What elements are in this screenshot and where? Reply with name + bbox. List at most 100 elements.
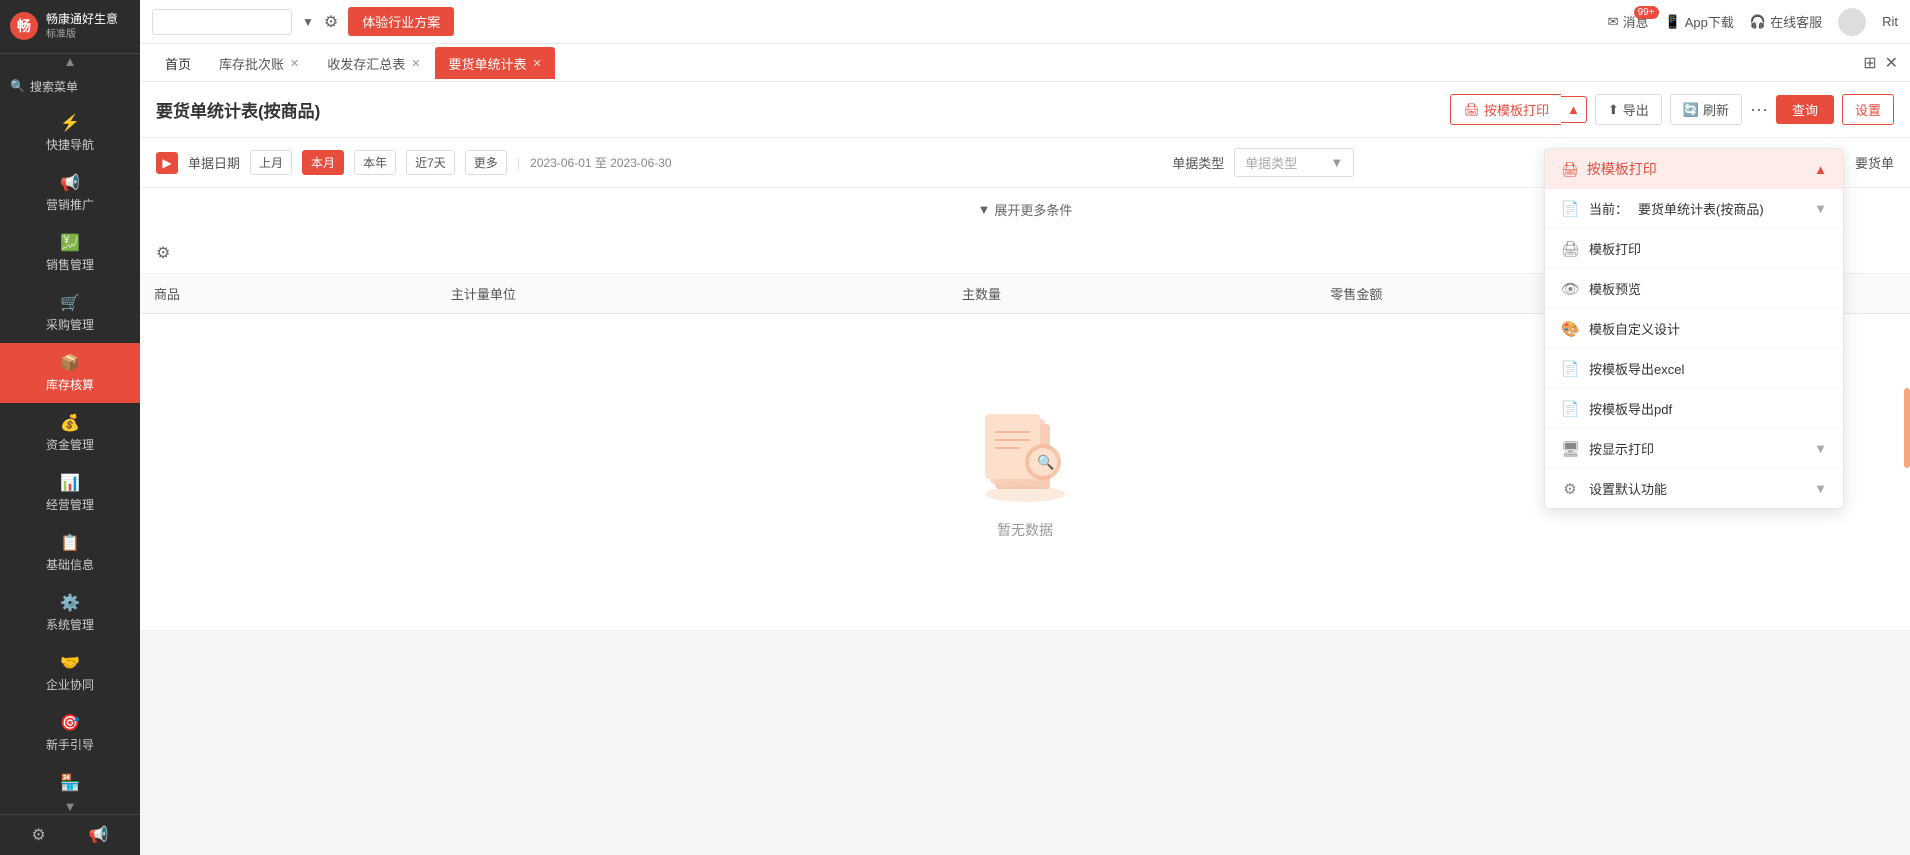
template-export-pdf-icon: 📄: [1561, 400, 1579, 418]
service-icon: 🎧: [1750, 14, 1766, 30]
dropdown-template-preview[interactable]: 👁 模板预览: [1545, 269, 1843, 309]
system-icon: ⚙️: [60, 593, 80, 613]
col-quantity: 主数量: [948, 274, 1316, 314]
sidebar-item-cooperation[interactable]: 🤝 企业协同: [0, 643, 140, 703]
tab-collection-summary-close[interactable]: ✕: [411, 57, 420, 70]
cooperation-icon: 🤝: [60, 653, 80, 673]
tabs-close-all-icon[interactable]: ✕: [1885, 53, 1898, 73]
svg-text:🔍: 🔍: [1037, 453, 1054, 471]
dropdown-display-print[interactable]: 🖥 按显示打印 ▼: [1545, 429, 1843, 469]
date-btn-7days[interactable]: 近7天: [406, 150, 455, 175]
sidebar-nav: ⚡ 快捷导航 📢 营销推广 💹 销售管理 🛒 采购管理 📦 库存核算 💰: [0, 103, 140, 798]
sidebar-bottom: ⚙ 📢: [0, 814, 140, 855]
query-btn[interactable]: 查询: [1776, 95, 1834, 124]
sidebar-item-purchase[interactable]: 🛒 采购管理: [0, 283, 140, 343]
date-filter-label: 单据日期: [188, 153, 240, 172]
sidebar-search[interactable]: 🔍 搜索菜单: [0, 70, 140, 103]
guide-icon: 🎯: [60, 713, 80, 733]
sidebar-item-inventory[interactable]: 📦 库存核算: [0, 343, 140, 403]
print-template-btn[interactable]: 🖨 按模板打印: [1450, 94, 1561, 125]
sidebar-item-system[interactable]: ⚙️ 系统管理: [0, 583, 140, 643]
sidebar-item-appstore[interactable]: 🏪 应用中心: [0, 763, 140, 798]
dropdown-template-print[interactable]: 🖨 模板打印: [1545, 229, 1843, 269]
sidebar-scroll-up[interactable]: ▲: [0, 54, 140, 70]
dropdown-template-design[interactable]: 🎨 模板自定义设计: [1545, 309, 1843, 349]
default-settings-icon: ⚙: [1561, 480, 1579, 498]
online-service-btn[interactable]: 🎧 在线客服: [1750, 12, 1822, 31]
date-btn-this-month[interactable]: 本月: [302, 150, 344, 175]
sidebar-item-sales[interactable]: 💹 销售管理: [0, 223, 140, 283]
sidebar-scroll-down[interactable]: ▼: [0, 798, 140, 814]
tab-batch-account-close[interactable]: ✕: [290, 57, 299, 70]
empty-text: 暂无数据: [997, 520, 1053, 540]
marketing-icon: 📢: [60, 173, 80, 193]
select-arrow-icon: ▼: [1330, 155, 1343, 170]
dropdown-template-export-pdf[interactable]: 📄 按模板导出pdf: [1545, 389, 1843, 429]
template-print-label: 模板打印: [1589, 239, 1641, 258]
display-print-icon: 🖥: [1561, 440, 1579, 458]
tab-batch-account[interactable]: 库存批次账 ✕: [206, 47, 312, 79]
type-select[interactable]: 单据类型 ▼: [1234, 148, 1354, 177]
dropdown-default-settings[interactable]: ⚙ 设置默认功能 ▼: [1545, 469, 1843, 508]
display-print-label: 按显示打印: [1589, 439, 1654, 458]
avatar[interactable]: [1838, 8, 1866, 36]
template-preview-label: 模板预览: [1589, 279, 1641, 298]
sidebar-item-quick-nav[interactable]: ⚡ 快捷导航: [0, 103, 140, 163]
print-header-icon: 🖨: [1561, 161, 1579, 178]
table-column-settings-icon[interactable]: ⚙: [156, 243, 170, 263]
filter-expand-btn[interactable]: ▶: [156, 152, 178, 174]
messages-btn[interactable]: ✉ 消息 99+: [1608, 12, 1649, 31]
more-options-icon[interactable]: ···: [1750, 99, 1768, 120]
current-item-label: 当前：: [1589, 199, 1628, 218]
template-design-icon: 🎨: [1561, 320, 1579, 338]
current-item-value: 要货单统计表(按商品): [1638, 199, 1764, 218]
dropdown-title-left: 🖨 按模板打印: [1561, 159, 1657, 179]
page-header-row: 要货单统计表(按商品) 🖨 按模板打印 ▲ ⬆ 导出: [140, 82, 1910, 137]
template-export-excel-label: 按模板导出excel: [1589, 359, 1684, 378]
topbar-gear-icon[interactable]: ⚙: [324, 12, 338, 32]
message-icon: ✉: [1608, 14, 1619, 30]
current-item-arrow: ▼: [1814, 201, 1827, 216]
settings-btn[interactable]: 设置: [1842, 94, 1894, 125]
date-btn-last-month[interactable]: 上月: [250, 150, 292, 175]
print-dropdown-arrow-btn[interactable]: ▲: [1561, 96, 1587, 123]
settings-bottom-icon[interactable]: ⚙: [31, 825, 45, 845]
tab-order-stats[interactable]: 要货单统计表 ✕: [435, 47, 554, 79]
expand-more-btn[interactable]: ▼ 展开更多条件: [962, 196, 1089, 223]
col-unit: 主计量单位: [437, 274, 948, 314]
topbar-dropdown-arrow[interactable]: ▼: [302, 15, 314, 29]
template-print-icon: 🖨: [1561, 240, 1579, 258]
page-actions: 🖨 按模板打印 ▲ ⬆ 导出 🔄 刷新: [1450, 94, 1894, 125]
date-btn-this-year[interactable]: 本年: [354, 150, 396, 175]
topbar-right: ✉ 消息 99+ 📱 App下载 🎧 在线客服 Rit: [1608, 8, 1898, 36]
search-icon: 🔍: [10, 79, 25, 93]
sidebar-item-basics[interactable]: 📋 基础信息: [0, 523, 140, 583]
refresh-btn[interactable]: 🔄 刷新: [1670, 94, 1742, 125]
tab-home[interactable]: 首页: [152, 47, 204, 79]
app-download-btn[interactable]: 📱 App下载: [1665, 12, 1734, 31]
category-filter-label: 要货单: [1855, 153, 1894, 172]
sidebar-item-marketing[interactable]: 📢 营销推广: [0, 163, 140, 223]
sidebar-logo: 畅 畅康通好生意 标准版: [0, 0, 140, 54]
date-range-label: 2023-06-01 至 2023-06-30: [530, 154, 671, 171]
date-btn-more[interactable]: 更多: [465, 150, 507, 175]
trial-button[interactable]: 体验行业方案: [348, 7, 454, 36]
dropdown-collapse-arrow[interactable]: ▲: [1814, 162, 1827, 177]
col-product: 商品: [140, 274, 437, 314]
dropdown-template-export-excel[interactable]: 📄 按模板导出excel: [1545, 349, 1843, 389]
sidebar-item-operations[interactable]: 📊 经营管理: [0, 463, 140, 523]
tab-collection-summary[interactable]: 收发存汇总表 ✕: [314, 47, 433, 79]
type-select-value: 单据类型: [1245, 153, 1297, 172]
right-scrollbar[interactable]: [1904, 388, 1910, 468]
print-icon: 🖨: [1463, 102, 1480, 118]
tabs-expand-icon[interactable]: ⊞: [1863, 53, 1876, 73]
dropdown-current-item[interactable]: 📄 当前： 要货单统计表(按商品) ▼: [1545, 189, 1843, 229]
speaker-bottom-icon[interactable]: 📢: [89, 825, 109, 845]
export-btn[interactable]: ⬆ 导出: [1595, 94, 1662, 125]
search-input[interactable]: [152, 9, 292, 35]
operations-icon: 📊: [60, 473, 80, 493]
basics-icon: 📋: [60, 533, 80, 553]
sidebar-item-finance[interactable]: 💰 资金管理: [0, 403, 140, 463]
tab-order-stats-close[interactable]: ✕: [533, 57, 542, 70]
sidebar-item-guide[interactable]: 🎯 新手引导: [0, 703, 140, 763]
